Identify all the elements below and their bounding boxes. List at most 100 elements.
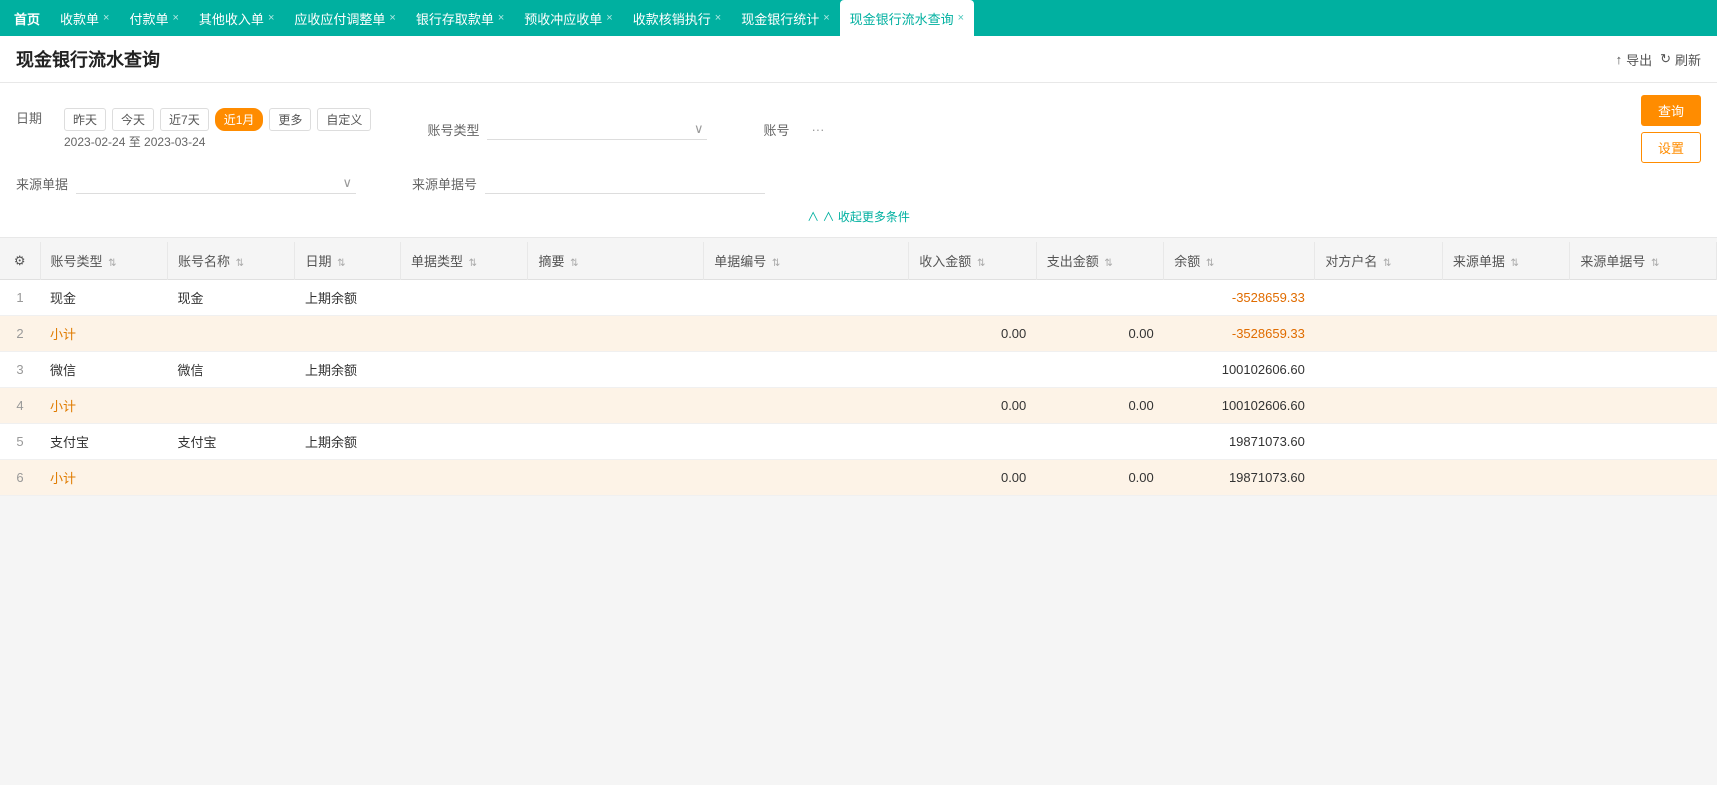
cell-source-doc	[1442, 460, 1569, 496]
nav-tab-other-income-close[interactable]: ×	[268, 12, 274, 24]
account-type-select[interactable]: ∨	[487, 119, 707, 140]
top-nav: 首页 收款单 × 付款单 × 其他收入单 × 应收应付调整单 × 银行存取款单 …	[0, 0, 1717, 36]
collapse-icon: ∧	[807, 210, 819, 224]
nav-tab-verify[interactable]: 收款核销执行 ×	[623, 0, 731, 36]
cell-account-name	[167, 316, 294, 352]
date-btn-today[interactable]: 今天	[112, 108, 154, 131]
filter-row-1: 日期 昨天 今天 近7天 近1月 更多 自定义 2023-02-24 至 202…	[16, 95, 1701, 163]
data-table: ⚙ 账号类型 ⇅ 账号名称 ⇅ 日期 ⇅ 单据类型 ⇅	[0, 242, 1717, 496]
header-actions: ↑ 导出 ↻ 刷新	[1616, 50, 1701, 69]
source-doc-arrow: ∨	[343, 175, 353, 191]
cell-source-doc-no	[1570, 280, 1717, 316]
search-button[interactable]: 查询	[1641, 95, 1701, 126]
col-source-doc-no[interactable]: 来源单据号 ⇅	[1570, 242, 1717, 280]
col-source-doc[interactable]: 来源单据 ⇅	[1442, 242, 1569, 280]
search-settings-group: 查询 设置	[1641, 95, 1701, 163]
cell-balance: 100102606.60	[1164, 352, 1315, 388]
cell-summary	[528, 460, 704, 496]
table-container: ⚙ 账号类型 ⇅ 账号名称 ⇅ 日期 ⇅ 单据类型 ⇅	[0, 242, 1717, 496]
nav-home-label: 首页	[14, 9, 40, 28]
nav-home[interactable]: 首页	[4, 0, 50, 36]
cell-doc-no	[704, 388, 909, 424]
col-expense[interactable]: 支出金额 ⇅	[1036, 242, 1163, 280]
cell-income: 0.00	[909, 316, 1036, 352]
cell-date	[295, 460, 400, 496]
cell-income	[909, 280, 1036, 316]
cell-doc-type	[400, 316, 527, 352]
col-summary[interactable]: 摘要 ⇅	[528, 242, 704, 280]
sort-icon-source-doc: ⇅	[1511, 258, 1519, 269]
refresh-icon: ↻	[1660, 51, 1671, 67]
header-row: ⚙ 账号类型 ⇅ 账号名称 ⇅ 日期 ⇅ 单据类型 ⇅	[0, 242, 1717, 280]
cell-expense	[1036, 424, 1163, 460]
nav-tab-adjust-close[interactable]: ×	[389, 12, 395, 24]
nav-tab-prepay[interactable]: 预收冲应收单 ×	[514, 0, 622, 36]
export-button[interactable]: ↑ 导出	[1616, 50, 1653, 69]
nav-tab-flow[interactable]: 现金银行流水查询 ×	[840, 0, 974, 36]
source-doc-label: 来源单据	[16, 174, 68, 193]
refresh-button[interactable]: ↻ 刷新	[1660, 50, 1701, 69]
table-row: 1 现金 现金 上期余额 -3528659.33	[0, 280, 1717, 316]
col-settings[interactable]: ⚙	[0, 242, 40, 280]
nav-tab-payment[interactable]: 付款单 ×	[119, 0, 188, 36]
nav-tab-receipt-close[interactable]: ×	[103, 12, 109, 24]
cell-date	[295, 316, 400, 352]
cell-summary	[528, 316, 704, 352]
cell-doc-no	[704, 316, 909, 352]
nav-tab-prepay-label: 预收冲应收单	[524, 9, 602, 28]
col-doc-type[interactable]: 单据类型 ⇅	[400, 242, 527, 280]
col-income[interactable]: 收入金额 ⇅	[909, 242, 1036, 280]
cell-doc-type	[400, 352, 527, 388]
col-doc-no[interactable]: 单据编号 ⇅	[704, 242, 909, 280]
cell-account-name: 微信	[167, 352, 294, 388]
date-btn-7days[interactable]: 近7天	[160, 108, 209, 131]
cell-summary	[528, 424, 704, 460]
cell-source-doc-no	[1570, 352, 1717, 388]
nav-tab-prepay-close[interactable]: ×	[606, 12, 612, 24]
cell-index: 3	[0, 352, 40, 388]
sort-icon-account-type: ⇅	[108, 258, 116, 269]
nav-tab-stats-close[interactable]: ×	[823, 12, 829, 24]
date-btn-custom[interactable]: 自定义	[317, 108, 371, 131]
nav-tab-receipt[interactable]: 收款单 ×	[50, 0, 119, 36]
date-btn-yesterday[interactable]: 昨天	[64, 108, 106, 131]
cell-income: 0.00	[909, 460, 1036, 496]
source-doc-no-input[interactable]	[485, 174, 765, 194]
col-balance[interactable]: 余额 ⇅	[1164, 242, 1315, 280]
col-date[interactable]: 日期 ⇅	[295, 242, 400, 280]
cell-balance: 100102606.60	[1164, 388, 1315, 424]
col-account-name[interactable]: 账号名称 ⇅	[167, 242, 294, 280]
nav-tab-bank-deposit-close[interactable]: ×	[498, 12, 504, 24]
cell-account-type: 小计	[40, 316, 167, 352]
col-account-type[interactable]: 账号类型 ⇅	[40, 242, 167, 280]
date-range-display: 2023-02-24 至 2023-03-24	[64, 133, 371, 150]
cell-account-name	[167, 460, 294, 496]
cell-source-doc	[1442, 352, 1569, 388]
source-doc-select[interactable]: ∨	[76, 173, 356, 194]
cell-doc-no	[704, 280, 909, 316]
cell-expense: 0.00	[1036, 388, 1163, 424]
cell-source-doc-no	[1570, 388, 1717, 424]
cell-account-type: 支付宝	[40, 424, 167, 460]
nav-tab-payment-close[interactable]: ×	[172, 12, 178, 24]
cell-doc-type	[400, 460, 527, 496]
col-counterparty[interactable]: 对方户名 ⇅	[1315, 242, 1442, 280]
cell-date: 上期余额	[295, 280, 400, 316]
nav-tab-verify-close[interactable]: ×	[715, 12, 721, 24]
date-btn-1month[interactable]: 近1月	[215, 108, 264, 131]
cell-expense: 0.00	[1036, 460, 1163, 496]
nav-tab-adjust[interactable]: 应收应付调整单 ×	[284, 0, 405, 36]
nav-tab-other-income[interactable]: 其他收入单 ×	[189, 0, 284, 36]
nav-tab-bank-deposit[interactable]: 银行存取款单 ×	[406, 0, 514, 36]
nav-tab-adjust-label: 应收应付调整单	[294, 9, 385, 28]
settings-button[interactable]: 设置	[1641, 132, 1701, 163]
collapse-row[interactable]: ∧ ∧ 收起更多条件	[16, 204, 1701, 229]
cell-account-name: 支付宝	[167, 424, 294, 460]
nav-tab-flow-close[interactable]: ×	[958, 12, 964, 24]
date-btn-more[interactable]: 更多	[269, 108, 311, 131]
cell-summary	[528, 388, 704, 424]
account-more-btn[interactable]: ···	[811, 122, 824, 137]
nav-tab-stats[interactable]: 现金银行统计 ×	[731, 0, 839, 36]
nav-tab-flow-label: 现金银行流水查询	[850, 9, 954, 28]
cell-account-type: 微信	[40, 352, 167, 388]
